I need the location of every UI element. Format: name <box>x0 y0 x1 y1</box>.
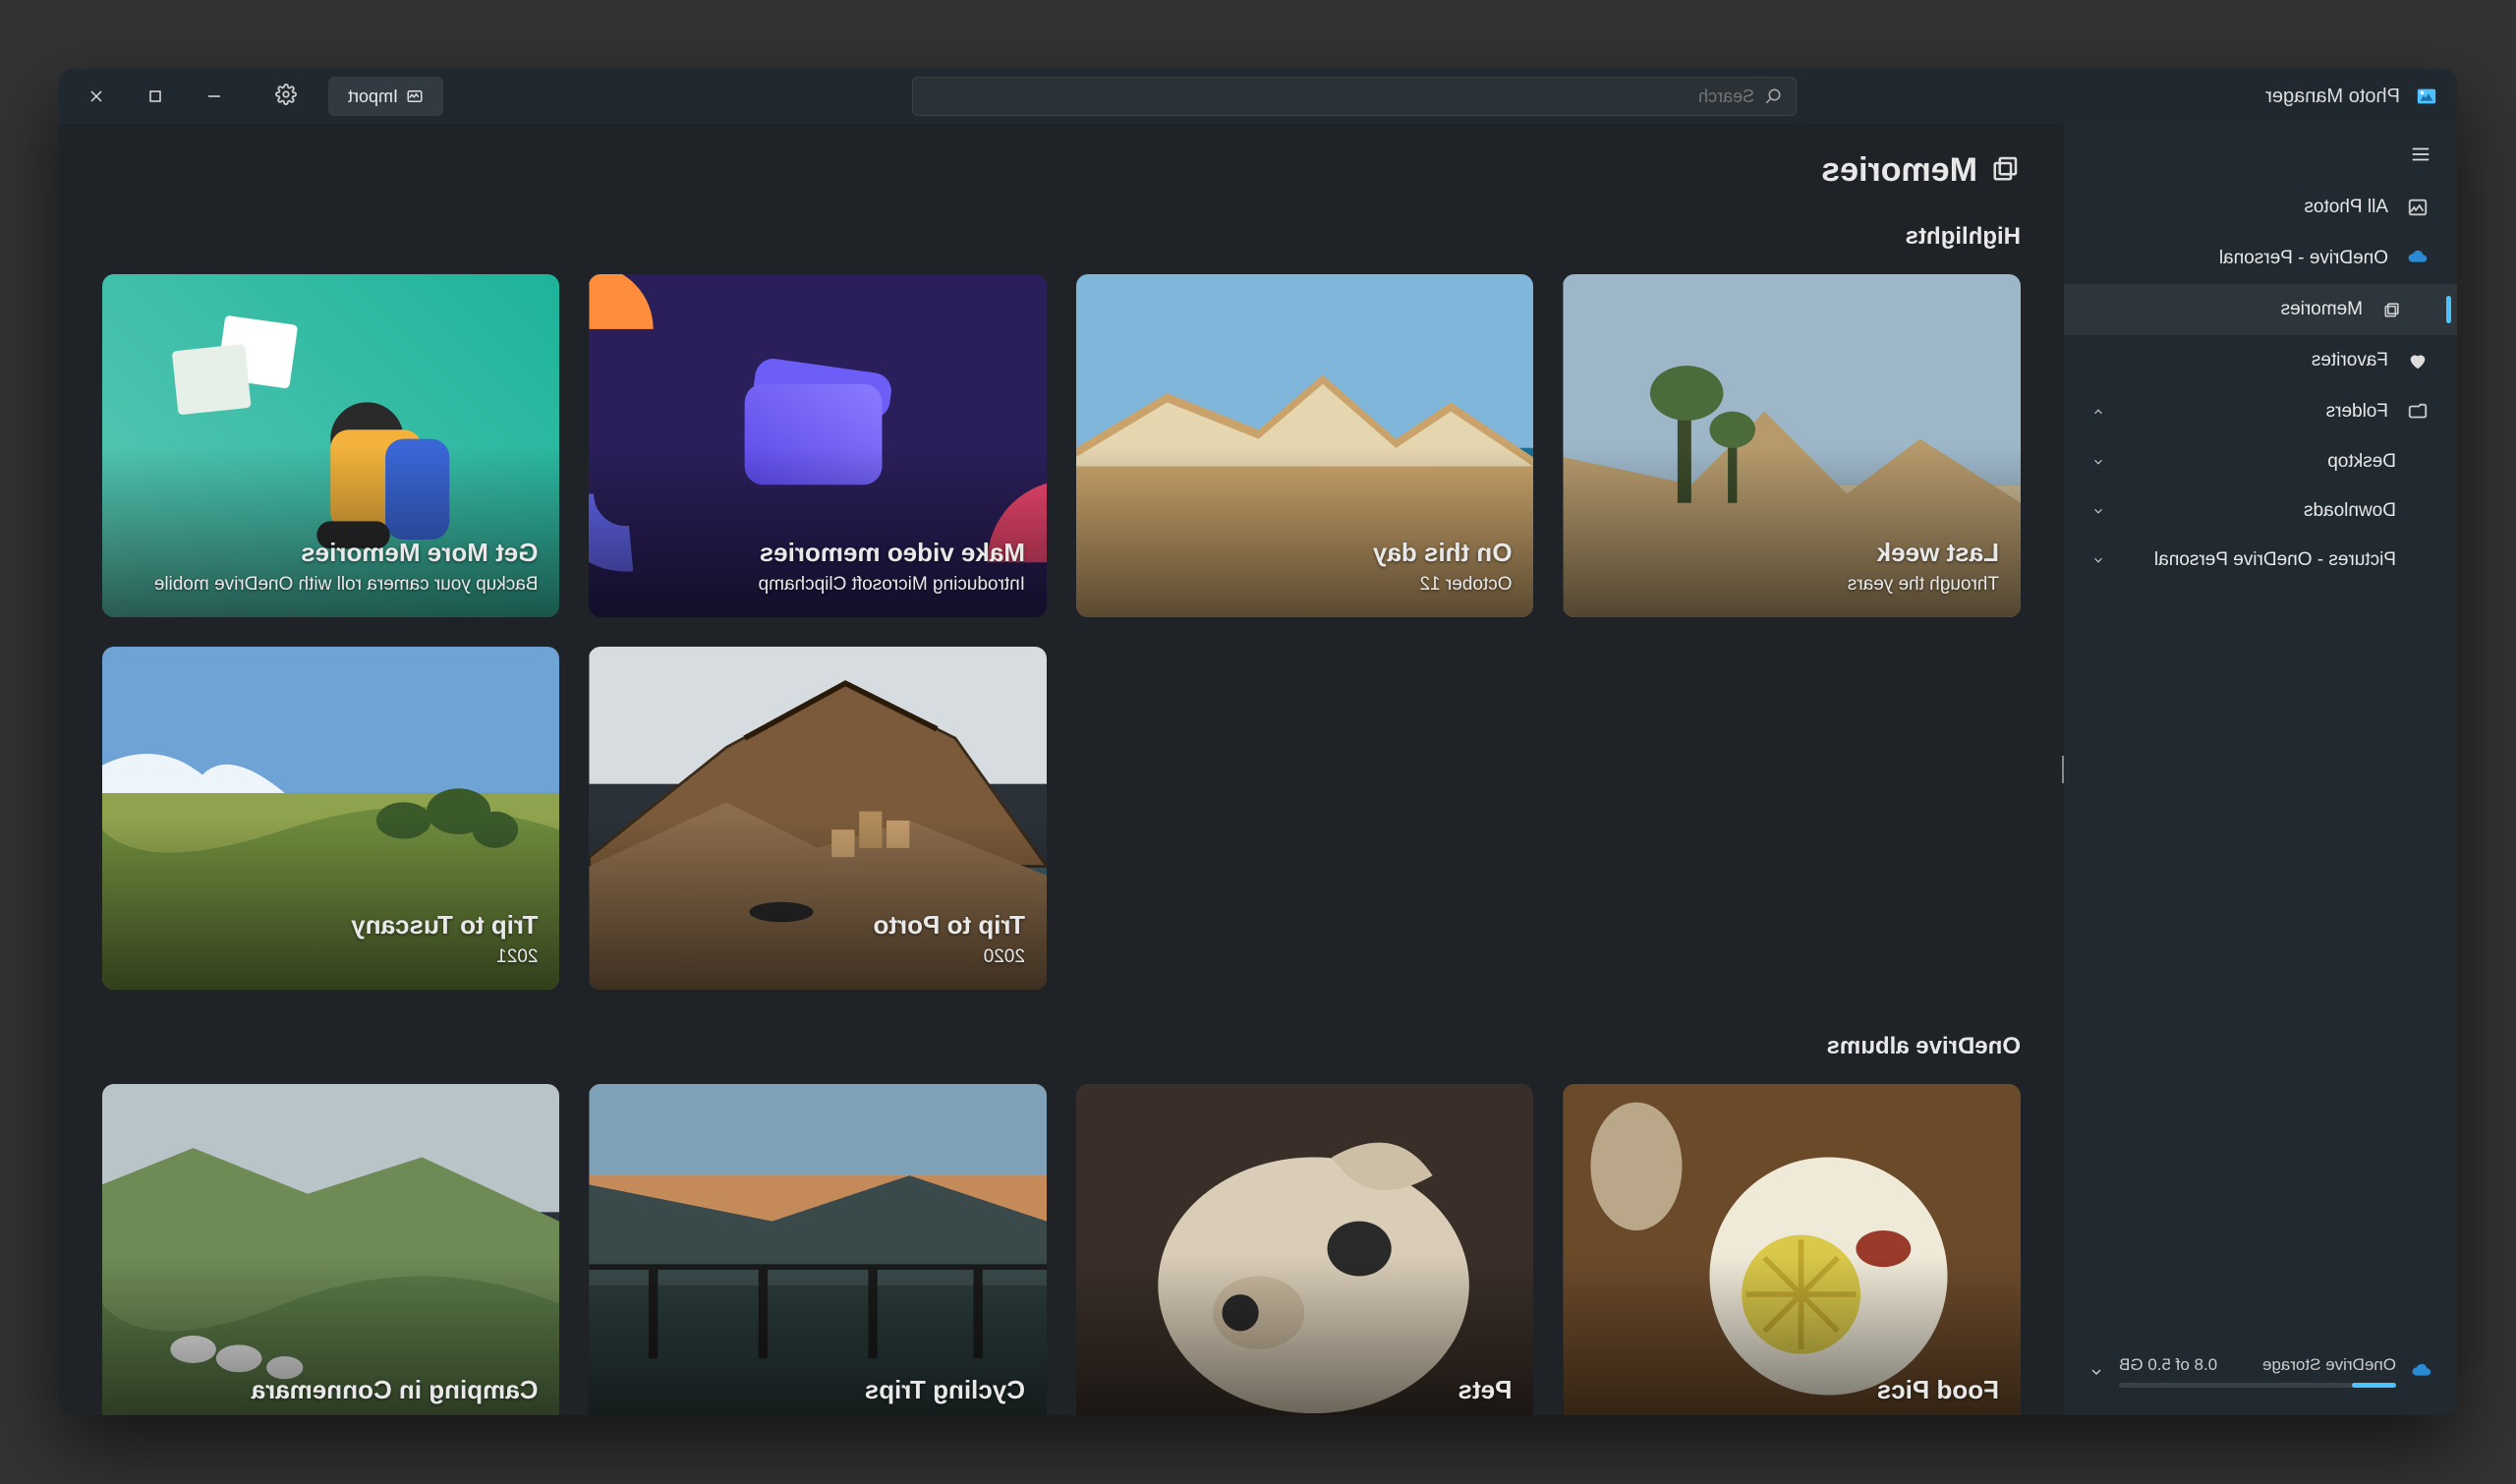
chevron-down-icon[interactable] <box>2087 1364 2105 1380</box>
hamburger-icon <box>2410 143 2431 165</box>
card-subtitle: 2021 <box>124 946 539 968</box>
chevron-down-icon <box>2089 553 2107 567</box>
highlights-grid: Get More Memories Backup your camera rol… <box>102 274 2021 990</box>
sidebar-folder-downloads[interactable]: Downloads <box>2064 486 2457 536</box>
sidebar-folder-desktop[interactable]: Desktop <box>2064 437 2457 486</box>
storage-progress <box>2119 1383 2396 1388</box>
sidebar-item-label: Desktop <box>2125 451 2396 473</box>
highlight-card[interactable]: Get More Memories Backup your camera rol… <box>102 274 560 617</box>
album-card[interactable]: Pets <box>1076 1084 1534 1415</box>
highlight-card[interactable]: Trip to Porto 2020 <box>590 647 1048 990</box>
album-card[interactable]: Food Pics <box>1564 1084 2022 1415</box>
sidebar-item-onedrive[interactable]: OneDrive - Personal <box>2064 233 2457 284</box>
sidebar-item-label: All Photos <box>2089 197 2388 218</box>
highlight-card[interactable]: Last week Through the years <box>1564 274 2022 617</box>
sidebar-folder-pictures[interactable]: Pictures - OneDrive Personal <box>2064 536 2457 585</box>
sidebar-item-label: Folders <box>2125 401 2388 423</box>
card-subtitle: October 12 <box>1098 574 1513 596</box>
chevron-up-icon <box>2089 405 2107 419</box>
minimize-icon <box>207 89 221 103</box>
sidebar-item-label: Pictures - OneDrive Personal <box>2125 549 2396 571</box>
highlight-card[interactable]: Make video memories Introducing Microsof… <box>590 274 1048 617</box>
memories-icon <box>2380 298 2404 321</box>
cloud-icon <box>2410 1360 2433 1384</box>
cloud-icon <box>2406 247 2430 270</box>
app-title: Photo Manager <box>2265 86 2400 108</box>
sidebar-item-folders[interactable]: Folders <box>2064 386 2457 437</box>
page-title: Memories <box>1821 151 1977 190</box>
card-title: Trip to Porto <box>611 910 1026 941</box>
sidebar-item-label: Favorites <box>2089 350 2388 371</box>
maximize-button[interactable] <box>126 69 185 124</box>
photos-icon <box>2406 196 2430 219</box>
albums-grid: Camping in Connemara <box>102 1084 2021 1415</box>
folder-icon <box>2406 400 2430 424</box>
highlight-card[interactable]: On this day October 12 <box>1076 274 1534 617</box>
storage-used: 0.8 of 5.0 GB <box>2119 1355 2217 1375</box>
memories-icon <box>1991 153 2021 188</box>
card-subtitle: 2020 <box>611 946 1026 968</box>
main-content[interactable]: Memories Highlights <box>59 124 2064 1415</box>
close-button[interactable] <box>67 69 126 124</box>
album-card[interactable]: Camping in Connemara <box>102 1084 560 1415</box>
highlight-card[interactable]: Trip to Tuscany 2021 <box>102 647 560 990</box>
search-input-container[interactable] <box>912 77 1797 116</box>
close-icon <box>89 89 103 103</box>
import-icon <box>406 87 424 105</box>
section-albums-title: OneDrive albums <box>102 1033 2021 1060</box>
card-title: Food Pics <box>1585 1375 2000 1405</box>
search-input[interactable] <box>927 86 1754 107</box>
hamburger-button[interactable] <box>2064 132 2457 182</box>
card-subtitle: Backup your camera roll with OneDrive mo… <box>124 574 539 596</box>
storage-widget: OneDrive Storage 0.8 of 5.0 GB <box>2064 1338 2457 1415</box>
sidebar-item-favorites[interactable]: Favorites <box>2064 335 2457 386</box>
card-title: Last week <box>1585 538 2000 568</box>
gear-icon <box>275 84 297 105</box>
sidebar-item-label: Memories <box>2089 299 2363 320</box>
sidebar-item-label: OneDrive - Personal <box>2089 248 2388 269</box>
chevron-down-icon <box>2089 504 2107 518</box>
app-window: Photo Manager Import <box>59 69 2457 1415</box>
import-button[interactable]: Import <box>328 77 443 116</box>
album-card[interactable]: Cycling Trips <box>590 1084 1048 1415</box>
card-title: Make video memories <box>611 538 1026 568</box>
card-title: Cycling Trips <box>611 1375 1026 1405</box>
sidebar-item-memories[interactable]: Memories <box>2064 284 2457 335</box>
minimize-button[interactable] <box>185 69 244 124</box>
storage-progress-fill <box>2352 1383 2396 1388</box>
card-subtitle: Through the years <box>1585 574 2000 596</box>
search-icon <box>1764 87 1782 105</box>
card-title: Camping in Connemara <box>124 1375 539 1405</box>
titlebar: Photo Manager Import <box>59 69 2457 124</box>
settings-button[interactable] <box>259 76 313 118</box>
sidebar-resize-handle[interactable] <box>2060 756 2064 783</box>
import-label: Import <box>348 86 398 107</box>
chevron-down-icon <box>2089 455 2107 469</box>
sidebar-item-all-photos[interactable]: All Photos <box>2064 182 2457 233</box>
app-icon <box>2416 86 2437 107</box>
card-title: On this day <box>1098 538 1513 568</box>
sidebar: All Photos OneDrive - Personal Memories … <box>2064 124 2457 1415</box>
maximize-icon <box>148 89 162 103</box>
card-title: Trip to Tuscany <box>124 910 539 941</box>
window-controls <box>67 69 244 124</box>
storage-label: OneDrive Storage <box>2262 1355 2396 1375</box>
sidebar-item-label: Downloads <box>2125 500 2396 522</box>
card-title: Get More Memories <box>124 538 539 568</box>
section-highlights-title: Highlights <box>102 223 2021 251</box>
card-subtitle: Introducing Microsoft Clipchamp <box>611 574 1026 596</box>
heart-icon <box>2406 349 2430 372</box>
card-title: Pets <box>1098 1375 1513 1405</box>
